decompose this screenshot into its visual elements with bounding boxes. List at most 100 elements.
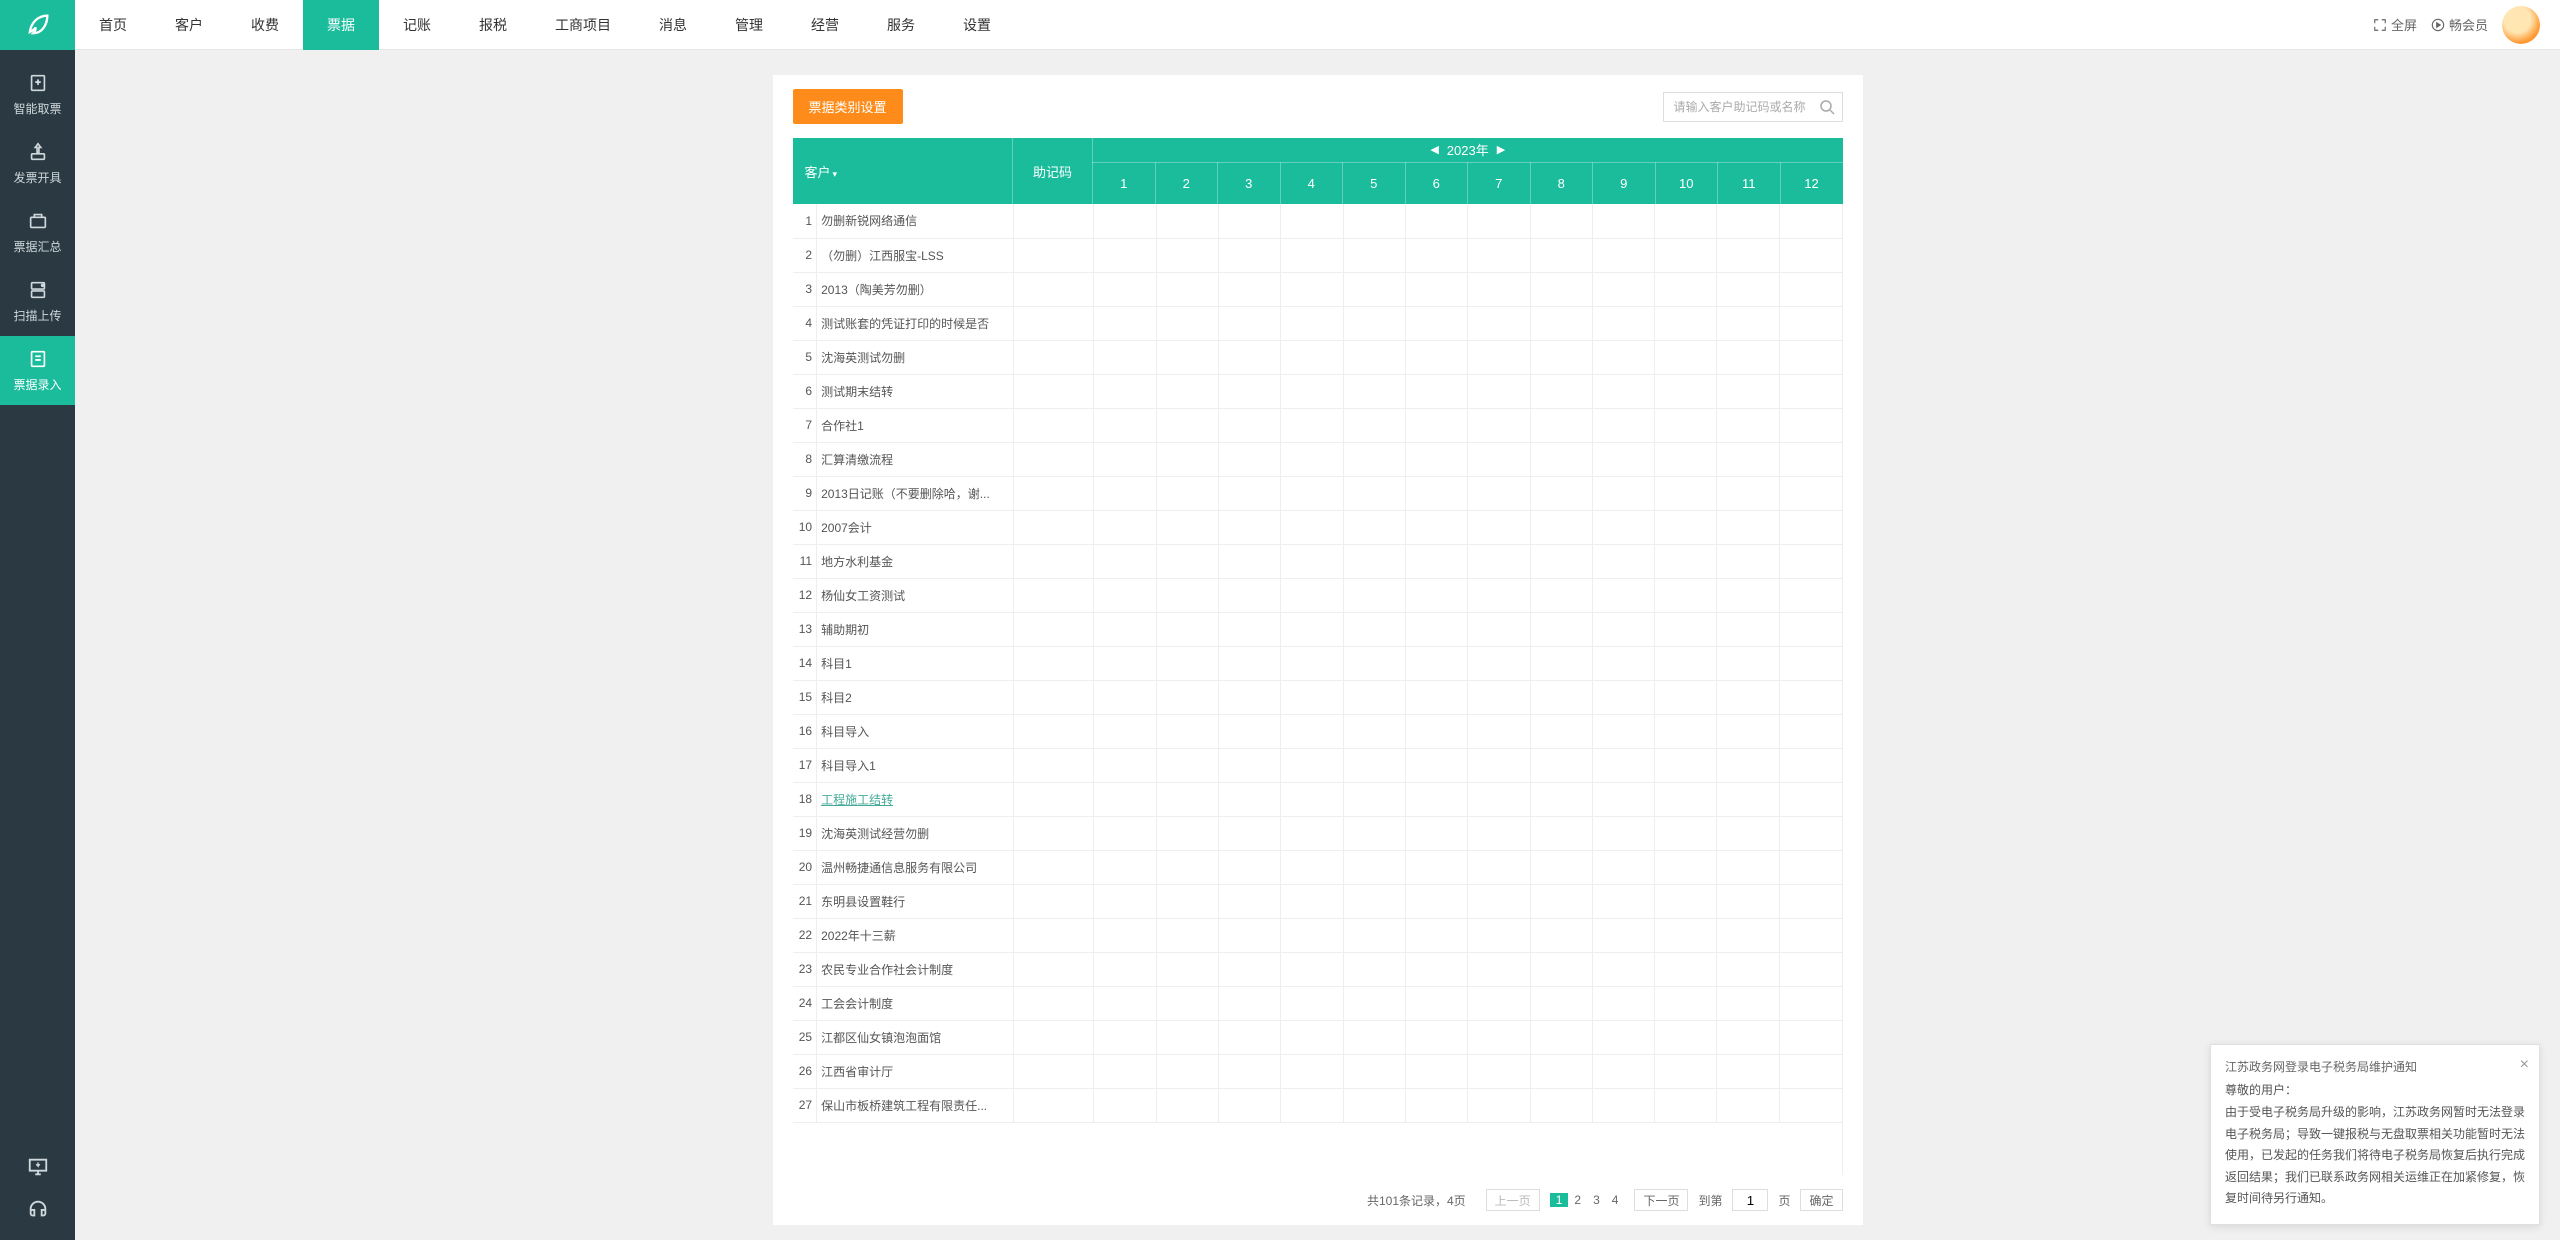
cell-month[interactable]: [1655, 748, 1717, 782]
cell-month[interactable]: [1156, 340, 1218, 374]
cell-month[interactable]: [1281, 952, 1343, 986]
table-row[interactable]: 11地方水利基金: [793, 544, 1842, 578]
cell-month[interactable]: [1592, 1020, 1654, 1054]
table-row[interactable]: 20温州畅捷通信息服务有限公司: [793, 850, 1842, 884]
cell-month[interactable]: [1530, 340, 1592, 374]
cell-month[interactable]: [1592, 408, 1654, 442]
cell-month[interactable]: [1343, 204, 1405, 238]
cell-month[interactable]: [1779, 442, 1841, 476]
cell-month[interactable]: [1717, 612, 1779, 646]
cell-month[interactable]: [1592, 680, 1654, 714]
table-row[interactable]: 19沈海英测试经营勿删: [793, 816, 1842, 850]
cell-month[interactable]: [1281, 306, 1343, 340]
cell-month[interactable]: [1468, 782, 1530, 816]
cell-month[interactable]: [1405, 646, 1467, 680]
cell-month[interactable]: [1343, 442, 1405, 476]
cell-month[interactable]: [1655, 1054, 1717, 1088]
cell-month[interactable]: [1530, 510, 1592, 544]
sidenav-item[interactable]: 扫描上传: [0, 267, 75, 336]
pager-jump-input[interactable]: [1732, 1189, 1768, 1211]
cell-month[interactable]: [1343, 476, 1405, 510]
cell-month[interactable]: [1468, 272, 1530, 306]
cell-month[interactable]: [1219, 850, 1281, 884]
cell-month[interactable]: [1156, 1088, 1218, 1122]
cell-month[interactable]: [1468, 952, 1530, 986]
cell-month[interactable]: [1717, 1020, 1779, 1054]
cell-month[interactable]: [1468, 1054, 1530, 1088]
cell-month[interactable]: [1219, 204, 1281, 238]
table-row[interactable]: 18工程施工结转: [793, 782, 1842, 816]
cell-month[interactable]: [1530, 578, 1592, 612]
cell-month[interactable]: [1156, 442, 1218, 476]
cell-month[interactable]: [1219, 918, 1281, 952]
cell-month[interactable]: [1156, 680, 1218, 714]
cell-month[interactable]: [1468, 646, 1530, 680]
cell-month[interactable]: [1779, 510, 1841, 544]
cell-month[interactable]: [1779, 238, 1841, 272]
pager-page-button[interactable]: 3: [1587, 1193, 1606, 1207]
cell-month[interactable]: [1655, 782, 1717, 816]
cell-month[interactable]: [1655, 714, 1717, 748]
cell-month[interactable]: [1592, 544, 1654, 578]
cell-month[interactable]: [1717, 306, 1779, 340]
cell-month[interactable]: [1405, 578, 1467, 612]
table-row[interactable]: 15科目2: [793, 680, 1842, 714]
cell-month[interactable]: [1405, 918, 1467, 952]
cell-month[interactable]: [1779, 986, 1841, 1020]
cell-month[interactable]: [1717, 952, 1779, 986]
cell-month[interactable]: [1779, 680, 1841, 714]
cell-month[interactable]: [1094, 408, 1156, 442]
cell-month[interactable]: [1779, 578, 1841, 612]
cell-month[interactable]: [1468, 850, 1530, 884]
cell-month[interactable]: [1094, 816, 1156, 850]
table-row[interactable]: 4测试账套的凭证打印的时候是否: [793, 306, 1842, 340]
table-row[interactable]: 25江都区仙女镇泡泡面馆: [793, 1020, 1842, 1054]
cell-month[interactable]: [1219, 816, 1281, 850]
cell-month[interactable]: [1592, 340, 1654, 374]
cell-month[interactable]: [1094, 884, 1156, 918]
cell-month[interactable]: [1405, 748, 1467, 782]
topnav-item[interactable]: 记账: [379, 0, 455, 50]
table-row[interactable]: 5沈海英测试勿删: [793, 340, 1842, 374]
topnav-item[interactable]: 工商项目: [531, 0, 635, 50]
cell-month[interactable]: [1592, 272, 1654, 306]
cell-month[interactable]: [1281, 374, 1343, 408]
cell-month[interactable]: [1094, 748, 1156, 782]
pager-page-button[interactable]: 4: [1606, 1193, 1625, 1207]
table-row[interactable]: 14科目1: [793, 646, 1842, 680]
cell-month[interactable]: [1655, 510, 1717, 544]
cell-month[interactable]: [1468, 680, 1530, 714]
pager-confirm-button[interactable]: 确定: [1800, 1189, 1842, 1211]
cell-month[interactable]: [1094, 952, 1156, 986]
cell-month[interactable]: [1468, 442, 1530, 476]
cell-month[interactable]: [1468, 204, 1530, 238]
cell-month[interactable]: [1655, 272, 1717, 306]
cell-month[interactable]: [1405, 238, 1467, 272]
col-header-customer[interactable]: 客户▾: [793, 138, 1013, 204]
cell-month[interactable]: [1779, 408, 1841, 442]
cell-month[interactable]: [1343, 884, 1405, 918]
cell-month[interactable]: [1343, 748, 1405, 782]
table-row[interactable]: 32013（陶美芳勿删）: [793, 272, 1842, 306]
cell-month[interactable]: [1219, 612, 1281, 646]
cell-month[interactable]: [1343, 816, 1405, 850]
cell-month[interactable]: [1343, 408, 1405, 442]
cell-month[interactable]: [1717, 1054, 1779, 1088]
cell-month[interactable]: [1717, 646, 1779, 680]
topnav-item[interactable]: 报税: [455, 0, 531, 50]
cell-month[interactable]: [1219, 408, 1281, 442]
table-row[interactable]: 102007会计: [793, 510, 1842, 544]
topnav-item[interactable]: 票据: [303, 0, 379, 50]
cell-month[interactable]: [1530, 408, 1592, 442]
cell-month[interactable]: [1530, 646, 1592, 680]
cell-month[interactable]: [1779, 850, 1841, 884]
table-row[interactable]: 13辅助期初: [793, 612, 1842, 646]
cell-month[interactable]: [1468, 238, 1530, 272]
cell-month[interactable]: [1779, 714, 1841, 748]
app-logo[interactable]: [0, 0, 75, 50]
cell-month[interactable]: [1655, 408, 1717, 442]
cell-month[interactable]: [1281, 510, 1343, 544]
cell-month[interactable]: [1219, 374, 1281, 408]
cell-month[interactable]: [1530, 612, 1592, 646]
table-row[interactable]: 24工会会计制度: [793, 986, 1842, 1020]
